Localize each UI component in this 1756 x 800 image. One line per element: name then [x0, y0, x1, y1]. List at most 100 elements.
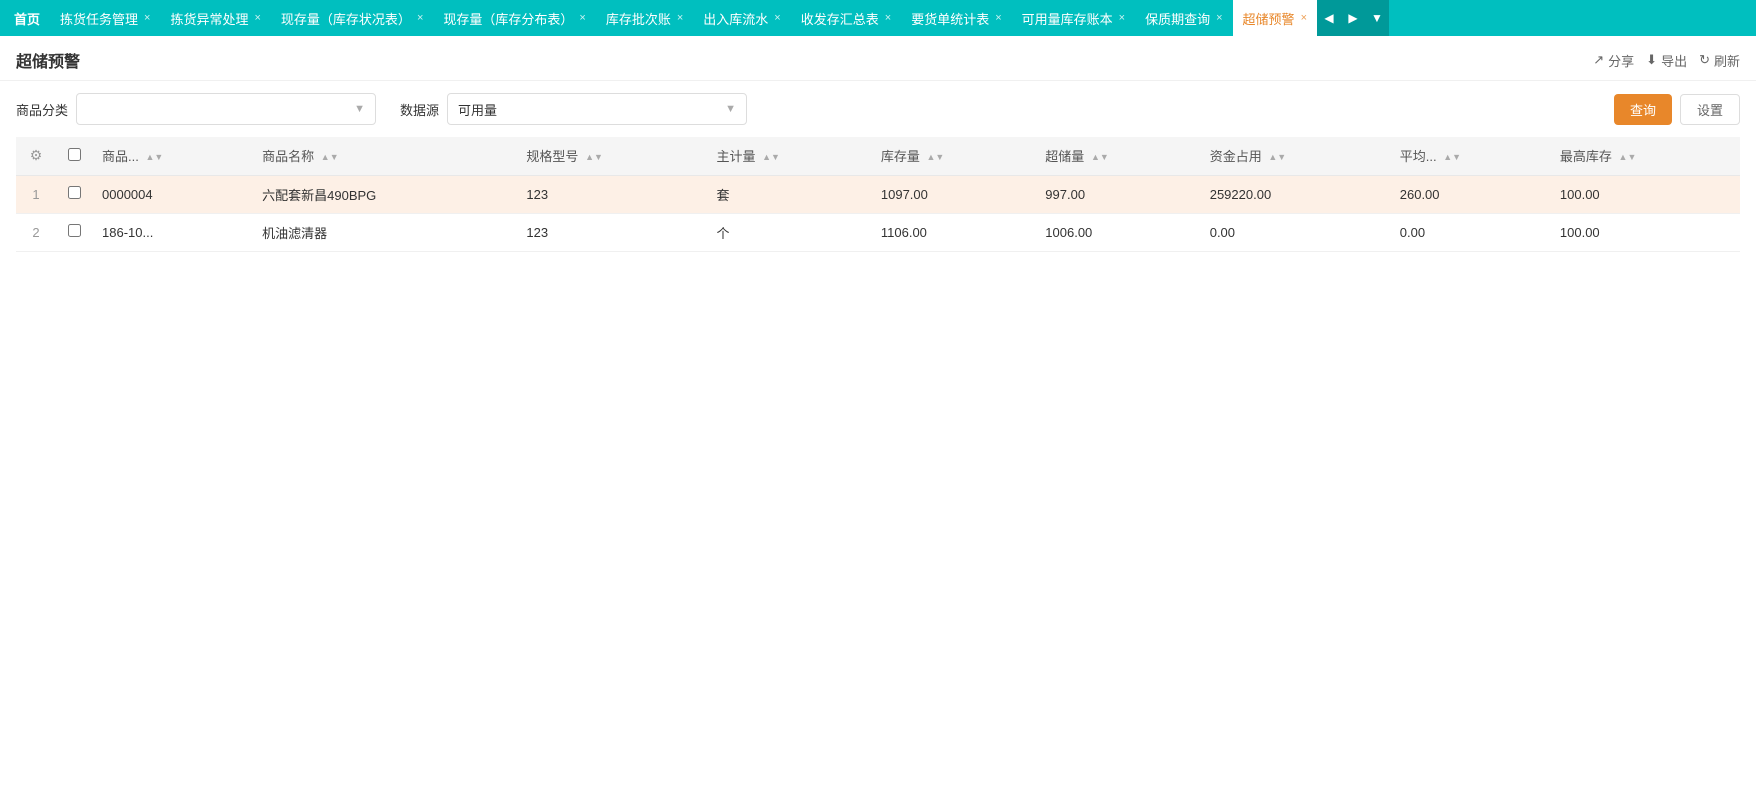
col-select-all[interactable]	[56, 137, 92, 175]
close-icon[interactable]: ×	[417, 12, 423, 24]
sort-icon: ▲▼	[1268, 153, 1286, 162]
row-stock: 1106.00	[871, 213, 1035, 251]
sort-icon: ▲▼	[762, 153, 780, 162]
sort-icon: ▲▼	[1443, 153, 1461, 162]
nav-bar: 首页 拣货任务管理 × 拣货异常处理 × 现存量（库存状况表） × 现存量（库存…	[0, 0, 1756, 36]
row-checkbox[interactable]	[68, 224, 81, 237]
row-unit: 个	[706, 213, 870, 251]
table-header-row: ⚙ 商品... ▲▼ 商品名称 ▲▼ 规格型号 ▲▼ 主计	[16, 137, 1740, 175]
row-spec: 123	[516, 213, 706, 251]
query-button[interactable]: 查询	[1614, 94, 1672, 125]
close-icon[interactable]: ×	[579, 12, 585, 24]
sort-icon: ▲▼	[585, 153, 603, 162]
close-icon[interactable]: ×	[995, 12, 1001, 24]
row-capital: 0.00	[1200, 213, 1390, 251]
data-table: ⚙ 商品... ▲▼ 商品名称 ▲▼ 规格型号 ▲▼ 主计	[16, 137, 1740, 252]
sort-icon: ▲▼	[1619, 153, 1637, 162]
category-select[interactable]: ▼	[76, 93, 376, 125]
row-checkbox-cell[interactable]	[56, 213, 92, 251]
col-header-spec[interactable]: 规格型号 ▲▼	[516, 137, 706, 175]
datasource-label: 数据源	[400, 100, 439, 119]
nav-arrow-right[interactable]: ▶	[1341, 0, 1365, 36]
close-icon[interactable]: ×	[885, 12, 891, 24]
row-stock: 1097.00	[871, 175, 1035, 213]
sort-icon: ▲▼	[1091, 153, 1109, 162]
export-button[interactable]: ⬇ 导出	[1646, 51, 1687, 70]
table-row: 2 186-10... 机油滤清器 123 个 1106.00 1006.00 …	[16, 213, 1740, 251]
row-code: 0000004	[92, 175, 252, 213]
col-header-max[interactable]: 最高库存 ▲▼	[1550, 137, 1740, 175]
row-over: 1006.00	[1035, 213, 1199, 251]
row-name: 机油滤清器	[252, 213, 516, 251]
header-actions: ↗ 分享 ⬇ 导出 ↻ 刷新	[1593, 51, 1740, 70]
export-icon: ⬇	[1646, 52, 1657, 68]
gear-icon[interactable]: ⚙	[30, 147, 43, 163]
nav-tab-8[interactable]: 要货单统计表 ×	[901, 0, 1011, 36]
row-checkbox-cell[interactable]	[56, 175, 92, 213]
col-header-capital[interactable]: 资金占用 ▲▼	[1200, 137, 1390, 175]
sort-icon: ▲▼	[145, 153, 163, 162]
set-button[interactable]: 设置	[1680, 94, 1740, 125]
row-index: 2	[16, 213, 56, 251]
row-over: 997.00	[1035, 175, 1199, 213]
filter-buttons: 查询 设置	[1614, 94, 1740, 125]
table-row: 1 0000004 六配套新昌490BPG 123 套 1097.00 997.…	[16, 175, 1740, 213]
select-all-checkbox[interactable]	[68, 148, 81, 161]
col-header-unit[interactable]: 主计量 ▲▼	[706, 137, 870, 175]
nav-tab-1[interactable]: 拣货任务管理 ×	[50, 0, 160, 36]
filter-datasource-group: 数据源 可用量 ▼	[400, 93, 747, 125]
filter-bar: 商品分类 ▼ 数据源 可用量 ▼ 查询 设置	[0, 81, 1756, 137]
nav-tab-4[interactable]: 现存量（库存分布表） ×	[433, 0, 595, 36]
category-label: 商品分类	[16, 100, 68, 119]
nav-tab-3[interactable]: 现存量（库存状况表） ×	[271, 0, 433, 36]
row-code: 186-10...	[92, 213, 252, 251]
row-capital: 259220.00	[1200, 175, 1390, 213]
row-checkbox[interactable]	[68, 186, 81, 199]
close-icon[interactable]: ×	[1119, 12, 1125, 24]
close-icon[interactable]: ×	[254, 12, 260, 24]
page-header: 超储预警 ↗ 分享 ⬇ 导出 ↻ 刷新	[0, 36, 1756, 81]
row-max: 100.00	[1550, 213, 1740, 251]
nav-tab-9[interactable]: 可用量库存账本 ×	[1012, 0, 1135, 36]
close-icon[interactable]: ×	[1216, 12, 1222, 24]
nav-tab-6[interactable]: 出入库流水 ×	[693, 0, 790, 36]
col-header-avg[interactable]: 平均... ▲▼	[1390, 137, 1550, 175]
nav-tab-10[interactable]: 保质期查询 ×	[1135, 0, 1232, 36]
nav-arrow-left[interactable]: ◀	[1317, 0, 1341, 36]
col-header-code[interactable]: 商品... ▲▼	[92, 137, 252, 175]
row-spec: 123	[516, 175, 706, 213]
filter-category-group: 商品分类 ▼	[16, 93, 376, 125]
nav-tab-7[interactable]: 收发存汇总表 ×	[791, 0, 901, 36]
col-settings[interactable]: ⚙	[16, 137, 56, 175]
sort-icon: ▲▼	[321, 153, 339, 162]
col-header-over[interactable]: 超储量 ▲▼	[1035, 137, 1199, 175]
refresh-button[interactable]: ↻ 刷新	[1699, 51, 1740, 70]
share-icon: ↗	[1593, 52, 1604, 68]
nav-home[interactable]: 首页	[4, 0, 50, 36]
close-icon[interactable]: ×	[677, 12, 683, 24]
nav-tab-11[interactable]: 超储预警 ×	[1233, 0, 1317, 36]
close-icon[interactable]: ×	[774, 12, 780, 24]
nav-arrow-more[interactable]: ▼	[1365, 0, 1389, 36]
col-header-stock[interactable]: 库存量 ▲▼	[871, 137, 1035, 175]
datasource-select[interactable]: 可用量 ▼	[447, 93, 747, 125]
chevron-down-icon: ▼	[354, 103, 365, 115]
row-unit: 套	[706, 175, 870, 213]
col-header-name[interactable]: 商品名称 ▲▼	[252, 137, 516, 175]
row-name: 六配套新昌490BPG	[252, 175, 516, 213]
share-button[interactable]: ↗ 分享	[1593, 51, 1634, 70]
nav-tab-5[interactable]: 库存批次账 ×	[596, 0, 693, 36]
row-index: 1	[16, 175, 56, 213]
row-max: 100.00	[1550, 175, 1740, 213]
nav-tab-2[interactable]: 拣货异常处理 ×	[160, 0, 270, 36]
table-container: ⚙ 商品... ▲▼ 商品名称 ▲▼ 规格型号 ▲▼ 主计	[0, 137, 1756, 252]
close-icon[interactable]: ×	[144, 12, 150, 24]
datasource-value: 可用量	[458, 100, 497, 119]
page-title: 超储预警	[16, 48, 80, 72]
table-body: 1 0000004 六配套新昌490BPG 123 套 1097.00 997.…	[16, 175, 1740, 251]
row-avg: 0.00	[1390, 213, 1550, 251]
row-avg: 260.00	[1390, 175, 1550, 213]
sort-icon: ▲▼	[927, 153, 945, 162]
close-icon[interactable]: ×	[1301, 12, 1307, 24]
refresh-icon: ↻	[1699, 52, 1710, 68]
